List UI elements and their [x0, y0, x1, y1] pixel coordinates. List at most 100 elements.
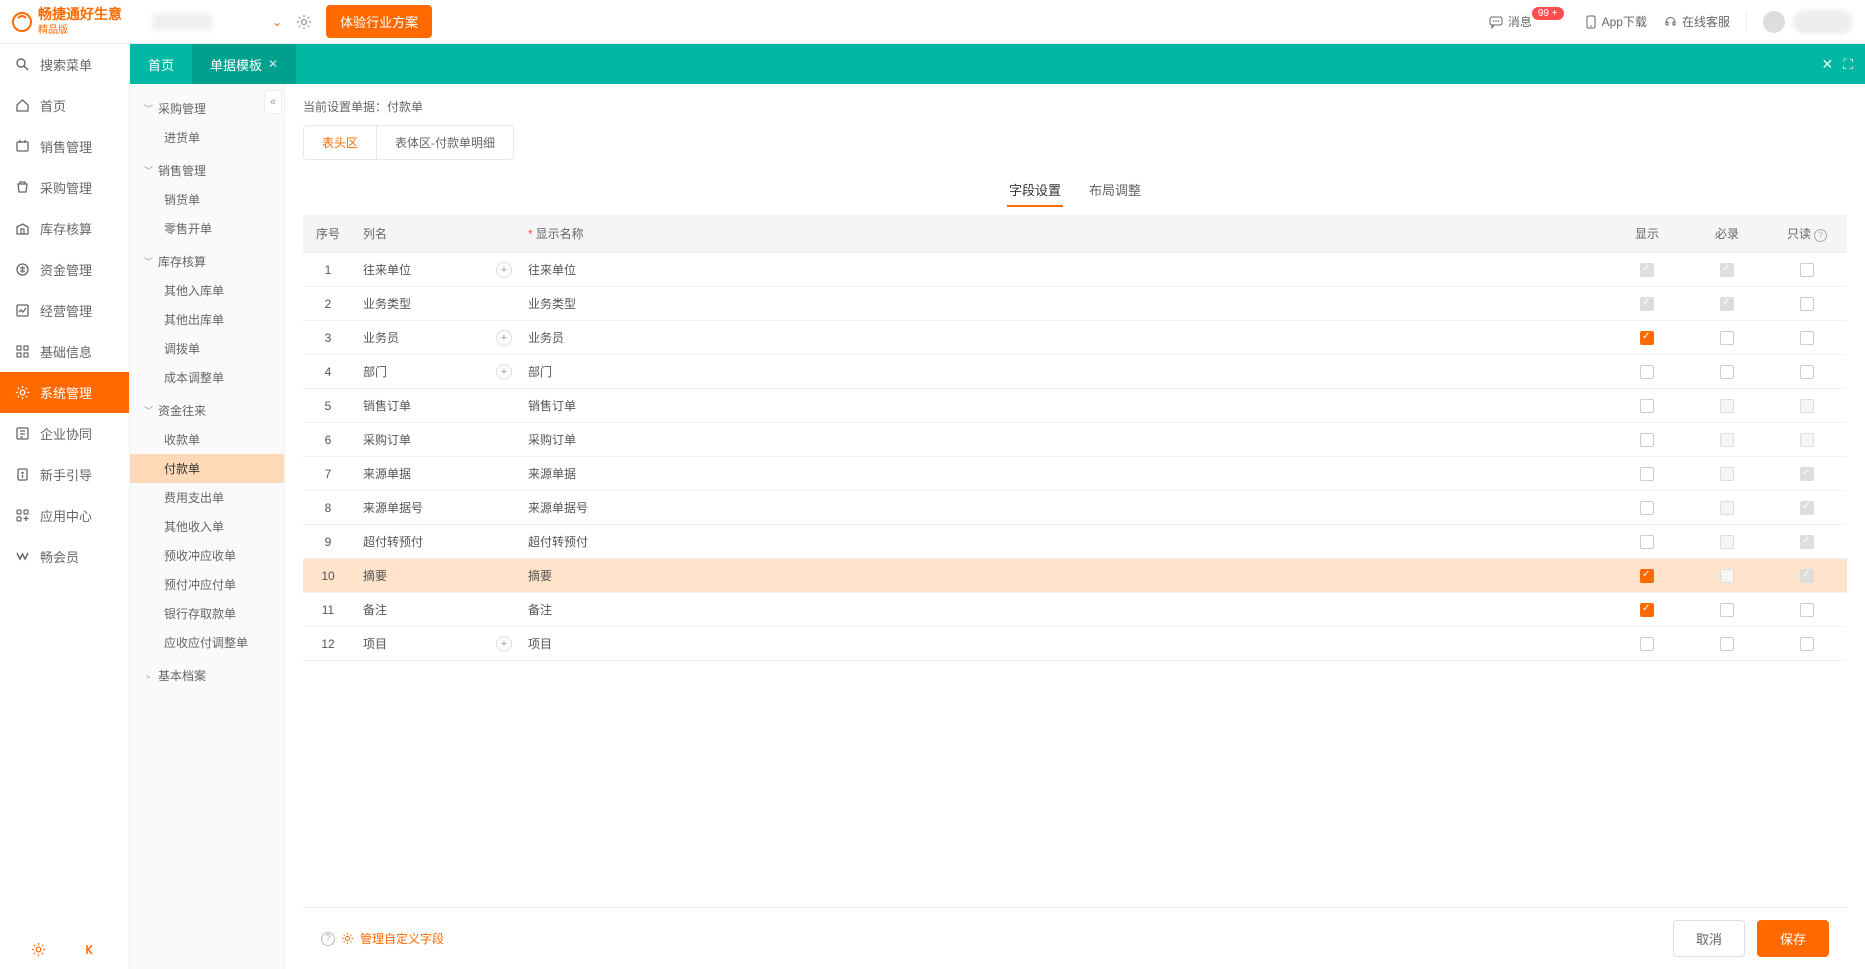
nav-item-system[interactable]: 系统管理 — [0, 372, 129, 413]
cell-display[interactable]: 来源单据 — [518, 457, 1607, 491]
nav-item-guide[interactable]: 新手引导 — [0, 454, 129, 495]
nav-item-operation[interactable]: 经营管理 — [0, 290, 129, 331]
plus-icon[interactable]: + — [496, 364, 512, 380]
tree-group-title[interactable]: 库存核算 — [130, 247, 284, 276]
cancel-button[interactable]: 取消 — [1673, 920, 1745, 957]
checkbox[interactable] — [1800, 603, 1814, 617]
checkbox[interactable] — [1800, 297, 1814, 311]
tree-item[interactable]: 销货单 — [130, 185, 284, 214]
table-row[interactable]: 3 业务员+ 业务员 — [303, 321, 1847, 355]
checkbox[interactable] — [1720, 331, 1734, 345]
checkbox[interactable] — [1640, 331, 1654, 345]
cell-display[interactable]: 采购订单 — [518, 423, 1607, 457]
nav-item-vip[interactable]: 畅会员 — [0, 536, 129, 577]
table-row[interactable]: 4 部门+ 部门 — [303, 355, 1847, 389]
online-service-link[interactable]: 在线客服 — [1663, 13, 1730, 30]
plus-icon[interactable]: + — [496, 636, 512, 652]
checkbox[interactable] — [1720, 637, 1734, 651]
tree-group-title[interactable]: 基本档案 — [130, 661, 284, 690]
table-row[interactable]: 11 备注 备注 — [303, 593, 1847, 627]
table-row[interactable]: 10 摘要 摘要 — [303, 559, 1847, 593]
checkbox[interactable] — [1800, 263, 1814, 277]
tree-item[interactable]: 零售开单 — [130, 214, 284, 243]
collapse-tree-icon[interactable]: « — [264, 90, 282, 114]
table-row[interactable]: 2 业务类型 业务类型 — [303, 287, 1847, 321]
app-download-link[interactable]: App下载 — [1584, 13, 1647, 30]
checkbox[interactable] — [1640, 501, 1654, 515]
table-row[interactable]: 8 来源单据号 来源单据号 — [303, 491, 1847, 525]
messages-link[interactable]: 消息 99 + — [1488, 13, 1568, 30]
tree-item[interactable]: 银行存取款单 — [130, 599, 284, 628]
company-selector[interactable]: ⌄ — [152, 14, 282, 30]
inner-tab[interactable]: 布局调整 — [1087, 174, 1143, 207]
cell-display[interactable]: 业务员 — [518, 321, 1607, 355]
nav-item-home[interactable]: 首页 — [0, 85, 129, 126]
tree-item[interactable]: 应收应付调整单 — [130, 628, 284, 657]
fullscreen-icon[interactable]: ⛶ — [1843, 56, 1853, 73]
cell-display[interactable]: 项目 — [518, 627, 1607, 661]
cell-display[interactable]: 来源单据号 — [518, 491, 1607, 525]
checkbox[interactable] — [1640, 467, 1654, 481]
nav-item-inventory[interactable]: 库存核算 — [0, 208, 129, 249]
table-row[interactable]: 12 项目+ 项目 — [303, 627, 1847, 661]
save-button[interactable]: 保存 — [1757, 920, 1829, 957]
manage-custom-fields-link[interactable]: 管理自定义字段 — [360, 930, 444, 947]
tab[interactable]: 单据模板✕ — [192, 44, 296, 84]
sub-tab[interactable]: 表头区 — [304, 126, 377, 159]
help-icon[interactable]: ? — [1814, 229, 1827, 242]
checkbox[interactable] — [1720, 365, 1734, 379]
experience-button[interactable]: 体验行业方案 — [326, 5, 432, 38]
table-row[interactable]: 9 超付转预付 超付转预付 — [303, 525, 1847, 559]
checkbox[interactable] — [1800, 365, 1814, 379]
nav-item-search[interactable]: 搜索菜单 — [0, 44, 129, 85]
nav-item-appcenter[interactable]: 应用中心 — [0, 495, 129, 536]
cell-display[interactable]: 超付转预付 — [518, 525, 1607, 559]
tree-item[interactable]: 其他收入单 — [130, 512, 284, 541]
tree-group-title[interactable]: 销售管理 — [130, 156, 284, 185]
tree-item[interactable]: 费用支出单 — [130, 483, 284, 512]
checkbox[interactable] — [1640, 603, 1654, 617]
nav-item-basic[interactable]: 基础信息 — [0, 331, 129, 372]
table-row[interactable]: 7 来源单据 来源单据 — [303, 457, 1847, 491]
cell-display[interactable]: 业务类型 — [518, 287, 1607, 321]
tree-item[interactable]: 调拨单 — [130, 334, 284, 363]
checkbox[interactable] — [1640, 535, 1654, 549]
tree-item[interactable]: 收款单 — [130, 425, 284, 454]
tree-group-title[interactable]: 资金往来 — [130, 396, 284, 425]
cell-display[interactable]: 摘要 — [518, 559, 1607, 593]
nav-item-fund[interactable]: 资金管理 — [0, 249, 129, 290]
question-icon[interactable]: ? — [321, 932, 335, 946]
tree-item[interactable]: 其他入库单 — [130, 276, 284, 305]
gear-icon[interactable] — [296, 14, 312, 30]
nav-item-enterprise[interactable]: 企业协同 — [0, 413, 129, 454]
checkbox[interactable] — [1720, 603, 1734, 617]
checkbox[interactable] — [1640, 433, 1654, 447]
checkbox[interactable] — [1640, 637, 1654, 651]
tree-item[interactable]: 预付冲应付单 — [130, 570, 284, 599]
checkbox[interactable] — [1640, 365, 1654, 379]
tree-item[interactable]: 预收冲应收单 — [130, 541, 284, 570]
nav-item-purchase[interactable]: 采购管理 — [0, 167, 129, 208]
tree-item[interactable]: 其他出库单 — [130, 305, 284, 334]
checkbox[interactable] — [1800, 331, 1814, 345]
user-menu[interactable] — [1763, 10, 1853, 34]
checkbox[interactable] — [1800, 637, 1814, 651]
cell-display[interactable]: 备注 — [518, 593, 1607, 627]
plus-icon[interactable]: + — [496, 262, 512, 278]
tab[interactable]: 首页 — [130, 44, 192, 84]
close-icon[interactable]: ✕ — [268, 57, 278, 71]
tree-item[interactable]: 成本调整单 — [130, 363, 284, 392]
inner-tab[interactable]: 字段设置 — [1007, 174, 1063, 207]
table-row[interactable]: 5 销售订单 销售订单 — [303, 389, 1847, 423]
nav-item-sales[interactable]: 销售管理 — [0, 126, 129, 167]
tree-item[interactable]: 进货单 — [130, 123, 284, 152]
checkbox[interactable] — [1640, 399, 1654, 413]
table-row[interactable]: 1 往来单位+ 往来单位 — [303, 253, 1847, 287]
cell-display[interactable]: 往来单位 — [518, 253, 1607, 287]
checkbox[interactable] — [1640, 569, 1654, 583]
tree-group-title[interactable]: 采购管理 — [130, 94, 284, 123]
sub-tab[interactable]: 表体区-付款单明细 — [377, 126, 513, 159]
table-row[interactable]: 6 采购订单 采购订单 — [303, 423, 1847, 457]
cell-display[interactable]: 部门 — [518, 355, 1607, 389]
plus-icon[interactable]: + — [496, 330, 512, 346]
